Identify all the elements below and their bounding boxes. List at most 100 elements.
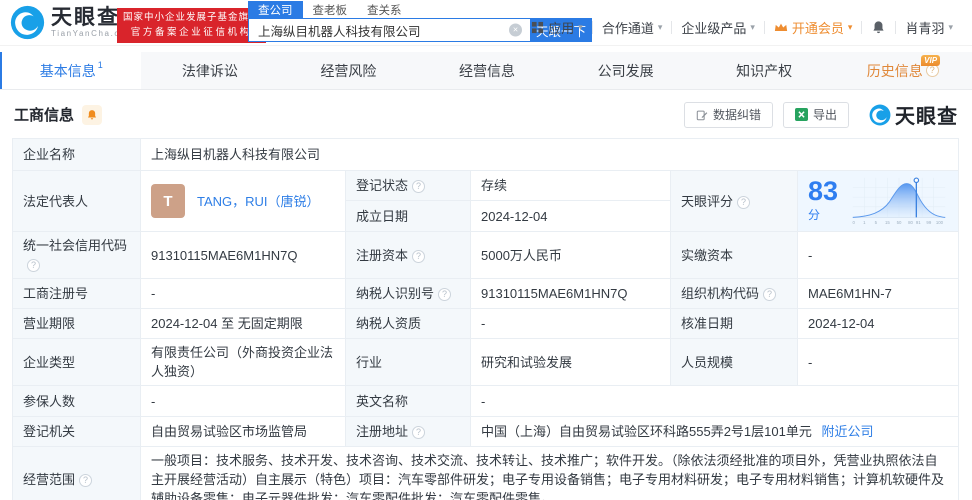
chevron-down-icon xyxy=(578,22,583,33)
help-icon[interactable] xyxy=(27,259,40,272)
legal-rep-avatar[interactable]: T xyxy=(151,184,185,218)
tab-basic-info[interactable]: 基本信息 1 xyxy=(0,52,141,89)
label-registered-address: 注册地址 xyxy=(346,417,471,447)
value-business-scope: 一般项目：技术服务、技术开发、技术咨询、技术交流、技术转让、技术推广；软件开发。… xyxy=(141,447,959,500)
subscribe-bell[interactable] xyxy=(82,105,102,125)
tab-company-development[interactable]: 公司发展 xyxy=(556,52,695,89)
search-tab-boss[interactable]: 查老板 xyxy=(303,1,358,18)
value-approval-date: 2024-12-04 xyxy=(798,309,959,339)
value-company-type: 有限责任公司（外商投资企业法人独资） xyxy=(141,339,346,386)
crown-icon xyxy=(774,22,788,33)
help-icon[interactable] xyxy=(79,474,92,487)
label-taxpayer-id: 纳税人识别号 xyxy=(346,279,471,309)
value-establish-date: 2024-12-04 xyxy=(471,201,671,232)
tab-basic-info-label: 基本信息 xyxy=(40,61,96,81)
menu-cooperation-label: 合作通道 xyxy=(602,18,654,37)
bell-icon xyxy=(871,20,886,35)
score-value: 83分 xyxy=(808,178,846,225)
svg-text:80: 80 xyxy=(908,220,913,225)
label-text: 企业类型 xyxy=(23,355,75,370)
svg-text:15: 15 xyxy=(885,220,890,225)
bell-icon xyxy=(86,109,98,121)
tab-business-info[interactable]: 经营信息 xyxy=(418,52,557,89)
label-text: 行业 xyxy=(356,355,382,370)
username: 肖青羽 xyxy=(905,18,944,37)
value-registration-authority: 自由贸易试验区市场监管局 xyxy=(141,417,346,447)
tab-intellectual-property[interactable]: 知识产权 xyxy=(695,52,834,89)
tianyancha-logo-icon xyxy=(869,104,891,126)
tab-legal-litigation[interactable]: 法律诉讼 xyxy=(141,52,280,89)
label-paidin-capital: 实缴资本 xyxy=(671,232,798,279)
top-header: 天眼查 TianYanCha.com 国家中小企业发展子基金旗下 官方备案企业征… xyxy=(0,0,972,46)
nearby-companies-link[interactable]: 附近公司 xyxy=(821,424,873,439)
help-icon[interactable] xyxy=(763,288,776,301)
tab-operation-risk[interactable]: 经营风险 xyxy=(279,52,418,89)
menu-open-vip[interactable]: 开通会员 xyxy=(765,18,862,37)
label-text: 登记机关 xyxy=(23,424,75,439)
value-reg-number: - xyxy=(141,279,346,309)
search-tab-company[interactable]: 查公司 xyxy=(248,1,303,18)
label-text: 注册资本 xyxy=(356,248,408,263)
menu-cooperation[interactable]: 合作通道 xyxy=(593,18,672,37)
chevron-down-icon xyxy=(848,22,853,33)
legal-rep-cell: T TANG，RUI（唐锐） xyxy=(141,171,346,232)
chevron-down-icon xyxy=(658,22,663,33)
label-reg-number: 工商注册号 xyxy=(13,279,141,309)
value-org-code: MAE6M1HN-7 xyxy=(798,279,959,309)
label-text: 实缴资本 xyxy=(681,248,733,263)
help-icon[interactable] xyxy=(737,196,750,209)
menu-vip-label: 开通会员 xyxy=(792,18,844,37)
label-text: 法定代表人 xyxy=(23,194,88,209)
label-credit-code: 统一社会信用代码 xyxy=(13,232,141,279)
tab-company-development-label: 公司发展 xyxy=(598,61,654,81)
label-text: 成立日期 xyxy=(356,209,408,224)
tianyancha-logo[interactable]: 天眼查 TianYanCha.com xyxy=(10,5,134,40)
help-icon[interactable] xyxy=(412,250,425,263)
tab-operation-risk-label: 经营风险 xyxy=(320,61,376,81)
user-menu[interactable]: 肖青羽 xyxy=(896,18,962,37)
value-credit-code: 91310115MAE6M1HN7Q xyxy=(141,232,346,279)
value-registered-address: 中国（上海）自由贸易试验区环科路555弄2号1层101单元 附近公司 xyxy=(471,417,959,447)
tab-history-info[interactable]: VIP 历史信息 xyxy=(833,52,972,89)
tyc-score-cell[interactable]: 83分 xyxy=(798,171,959,232)
legal-rep-link[interactable]: TANG，RUI（唐锐） xyxy=(197,192,320,211)
label-text: 纳税人识别号 xyxy=(356,286,434,301)
label-text: 人员规模 xyxy=(681,355,733,370)
label-text: 参保人数 xyxy=(23,394,75,409)
data-correction-button[interactable]: 数据纠错 xyxy=(684,102,773,128)
value-insured-count: - xyxy=(141,386,346,417)
chevron-down-icon xyxy=(948,22,953,33)
help-icon[interactable] xyxy=(412,426,425,439)
export-label: 导出 xyxy=(813,106,837,123)
business-info-table: 企业名称 上海纵目机器人科技有限公司 法定代表人 T TANG，RUI（唐锐） … xyxy=(12,138,959,500)
label-text: 英文名称 xyxy=(356,394,408,409)
value-staff-size: - xyxy=(798,339,959,386)
label-english-name: 英文名称 xyxy=(346,386,471,417)
edit-icon xyxy=(696,109,708,121)
menu-apps[interactable]: 应用 xyxy=(522,18,592,37)
value-company-name: 上海纵目机器人科技有限公司 xyxy=(141,139,959,171)
top-menu: 应用 合作通道 企业级产品 开通会员 xyxy=(522,15,962,39)
value-industry: 研究和试验发展 xyxy=(471,339,671,386)
search-input[interactable] xyxy=(248,18,530,42)
menu-apps-label: 应用 xyxy=(548,18,574,37)
export-button[interactable]: 导出 xyxy=(783,102,849,128)
search-tab-relation[interactable]: 查关系 xyxy=(357,1,412,18)
score-axis-ticks: 0 1 5 15 50 80 91 99 100 xyxy=(853,220,944,225)
svg-text:1: 1 xyxy=(863,220,866,225)
label-industry: 行业 xyxy=(346,339,471,386)
score-distribution-chart: 0 1 5 15 50 80 91 99 100 xyxy=(850,175,948,227)
menu-enterprise-products[interactable]: 企业级产品 xyxy=(672,18,764,37)
excel-icon xyxy=(795,108,808,121)
label-business-term: 营业期限 xyxy=(13,309,141,339)
badge-line2: 官方备案企业征信机构 xyxy=(123,26,260,41)
company-section-nav: 基本信息 1 法律诉讼 经营风险 经营信息 公司发展 知识产权 VIP 历史信息 xyxy=(0,52,972,90)
label-company-name: 企业名称 xyxy=(13,139,141,171)
badge-line1: 国家中小企业发展子基金旗下 xyxy=(123,11,260,26)
value-paidin-capital: - xyxy=(798,232,959,279)
clear-search-icon[interactable] xyxy=(509,24,522,37)
help-icon[interactable] xyxy=(412,180,425,193)
label-text: 登记状态 xyxy=(356,178,408,193)
help-icon[interactable] xyxy=(438,288,451,301)
notification-bell[interactable] xyxy=(862,20,895,35)
